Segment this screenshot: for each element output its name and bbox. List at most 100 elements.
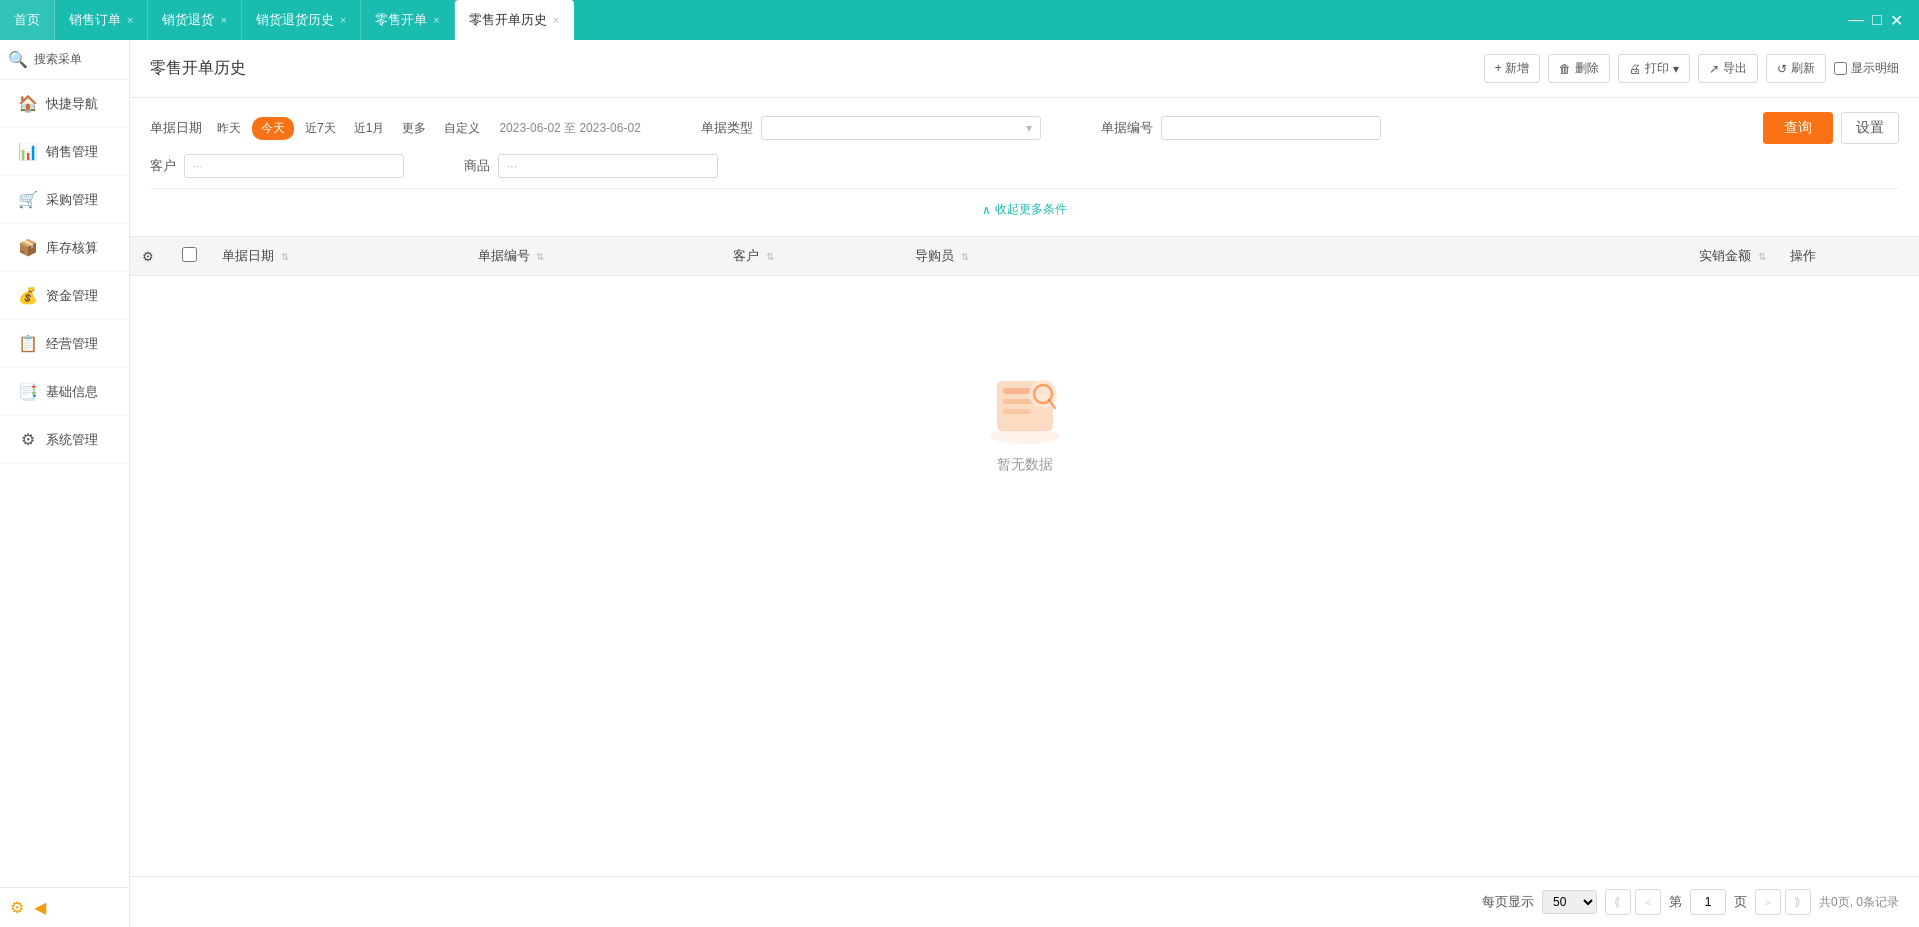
th-spacer [1122,237,1522,276]
delete-icon: 🗑 [1559,62,1571,76]
date-shortcuts: 昨天 今天 近7天 近1月 更多 自定义 [210,117,487,140]
sidebar-item-basic[interactable]: 📑 基础信息 [0,368,129,416]
sidebar-bottom: ⚙ ◀ [0,887,129,927]
content-area: 零售开单历史 + 新增 🗑 删除 🖨 打印 ▾ ↗ 导出 ↺ [130,40,1919,927]
th-checkbox[interactable] [170,237,210,276]
print-button[interactable]: 🖨 打印 ▾ [1618,54,1690,83]
date-7days[interactable]: 近7天 [298,117,343,140]
table-header: ⚙ 单据日期 ⇅ 单据编号 ⇅ 客户 ⇅ 导购员 ⇅ 实销金额 ⇅ 操作 [130,237,1919,276]
window-minimize-btn[interactable]: — [1848,11,1864,29]
sidebar-collapse-icon[interactable]: ◀ [34,898,46,917]
sidebar-nav: 🏠 快捷导航 📊 销售管理 🛒 采购管理 📦 库存核算 💰 资金管理 📋 经营管… [0,80,129,887]
window-maximize-btn[interactable]: □ [1872,11,1882,29]
date-yesterday[interactable]: 昨天 [210,117,248,140]
settings-button[interactable]: 设置 [1841,112,1899,144]
sidebar-search-label: 搜索采单 [34,51,82,68]
query-button[interactable]: 查询 [1763,112,1833,144]
last-page-btn[interactable]: ⟫ [1785,889,1811,915]
sidebar-label-inventory: 库存核算 [46,239,98,257]
number-input[interactable] [1161,116,1381,140]
th-number: 单据编号 ⇅ [466,237,722,276]
sidebar-item-system[interactable]: ⚙ 系统管理 [0,416,129,464]
tab-close-sales-return[interactable]: × [220,14,226,26]
tab-sales-return-history[interactable]: 销货退货历史× [242,0,361,40]
delete-button[interactable]: 🗑 删除 [1548,54,1610,83]
sort-number-icon[interactable]: ⇅ [536,251,544,262]
page-header: 零售开单历史 + 新增 🗑 删除 🖨 打印 ▾ ↗ 导出 ↺ [130,40,1919,98]
export-button[interactable]: ↗ 导出 [1698,54,1758,83]
collapse-row: ∧ 收起更多条件 [150,188,1899,222]
tab-label-sales-order: 销售订单 [69,11,121,29]
product-filter: 商品 ··· [464,154,718,178]
date-range-display: 2023-06-02 至 2023-06-02 [499,120,640,137]
page-suffix: 页 [1730,893,1751,911]
page-size-select[interactable]: 10 20 50 100 [1542,890,1597,914]
show-detail-checkbox[interactable] [1834,62,1847,75]
tab-close-retail-history[interactable]: × [553,14,559,26]
sort-customer-icon[interactable]: ⇅ [766,251,774,262]
tab-close-sales-order[interactable]: × [127,14,133,26]
product-label: 商品 [464,157,490,175]
date-custom[interactable]: 自定义 [437,117,487,140]
page-number-input[interactable] [1690,889,1726,915]
pagination-nav: ⟪ ＜ 第 页 ＞ ⟫ [1605,889,1811,915]
sidebar-label-basic: 基础信息 [46,383,98,401]
customer-input[interactable]: ··· [184,154,404,178]
product-ellipsis: ··· [507,159,517,173]
date-1month[interactable]: 近1月 [347,117,392,140]
tab-retail-open[interactable]: 零售开单× [361,0,454,40]
sidebar-item-sales[interactable]: 📊 销售管理 [0,128,129,176]
tab-close-sales-return-history[interactable]: × [340,14,346,26]
date-more[interactable]: 更多 [395,117,433,140]
page-title: 零售开单历史 [150,58,246,79]
refresh-button[interactable]: ↺ 刷新 [1766,54,1826,83]
product-input[interactable]: ··· [498,154,718,178]
sidebar-label-finance: 资金管理 [46,287,98,305]
search-buttons: 查询 设置 [1763,112,1899,144]
first-page-btn[interactable]: ⟪ [1605,889,1631,915]
sidebar-icon-finance: 💰 [18,286,38,305]
sort-amount-icon[interactable]: ⇅ [1758,251,1766,262]
sort-guide-icon[interactable]: ⇅ [961,251,969,262]
sidebar: 🔍 搜索采单 🏠 快捷导航 📊 销售管理 🛒 采购管理 📦 库存核算 💰 资金管… [0,40,130,927]
sort-date-icon[interactable]: ⇅ [281,251,289,262]
type-filter: 单据类型 ▾ [701,116,1041,140]
date-label: 单据日期 [150,119,202,137]
date-today[interactable]: 今天 [252,117,294,140]
sidebar-icon-inventory: 📦 [18,238,38,257]
sidebar-search[interactable]: 🔍 搜索采单 [0,40,129,80]
tab-close-retail-open[interactable]: × [433,14,439,26]
number-label: 单据编号 [1101,119,1153,137]
refresh-icon: ↺ [1777,62,1787,76]
add-button[interactable]: + 新增 [1484,54,1540,83]
type-select[interactable]: ▾ [761,116,1041,140]
print-chevron-icon: ▾ [1673,62,1679,76]
empty-state-row: 暂无数据 [130,276,1919,555]
show-detail-label: 显示明细 [1851,60,1899,77]
collapse-button[interactable]: ∧ 收起更多条件 [982,197,1067,222]
sidebar-item-inventory[interactable]: 📦 库存核算 [0,224,129,272]
th-settings[interactable]: ⚙ [130,237,170,276]
sidebar-settings-icon[interactable]: ⚙ [10,898,24,917]
tab-home[interactable]: 首页 [0,0,55,40]
sidebar-item-finance[interactable]: 💰 资金管理 [0,272,129,320]
filter-row-1: 单据日期 昨天 今天 近7天 近1月 更多 自定义 2023-06-02 至 2… [150,112,1899,144]
tab-list: 首页销售订单×销货退货×销货退货历史×零售开单×零售开单历史× [0,0,1848,40]
sidebar-item-quick-nav[interactable]: 🏠 快捷导航 [0,80,129,128]
sidebar-item-operation[interactable]: 📋 经营管理 [0,320,129,368]
collapse-icon: ∧ [982,203,991,217]
customer-filter: 客户 ··· [150,154,404,178]
select-all-checkbox[interactable] [182,247,197,262]
tab-retail-history[interactable]: 零售开单历史× [455,0,574,40]
window-close-btn[interactable]: ✕ [1890,11,1903,30]
show-detail-wrap: 显示明细 [1834,60,1899,77]
empty-illustration [975,356,1075,456]
tab-sales-return[interactable]: 销货退货× [148,0,241,40]
sidebar-label-operation: 经营管理 [46,335,98,353]
type-select-chevron: ▾ [1026,121,1032,135]
prev-page-btn[interactable]: ＜ [1635,889,1661,915]
sidebar-item-purchase[interactable]: 🛒 采购管理 [0,176,129,224]
tab-sales-order[interactable]: 销售订单 × [55,0,148,40]
next-page-btn[interactable]: ＞ [1755,889,1781,915]
page-size-label: 每页显示 [1482,893,1534,911]
